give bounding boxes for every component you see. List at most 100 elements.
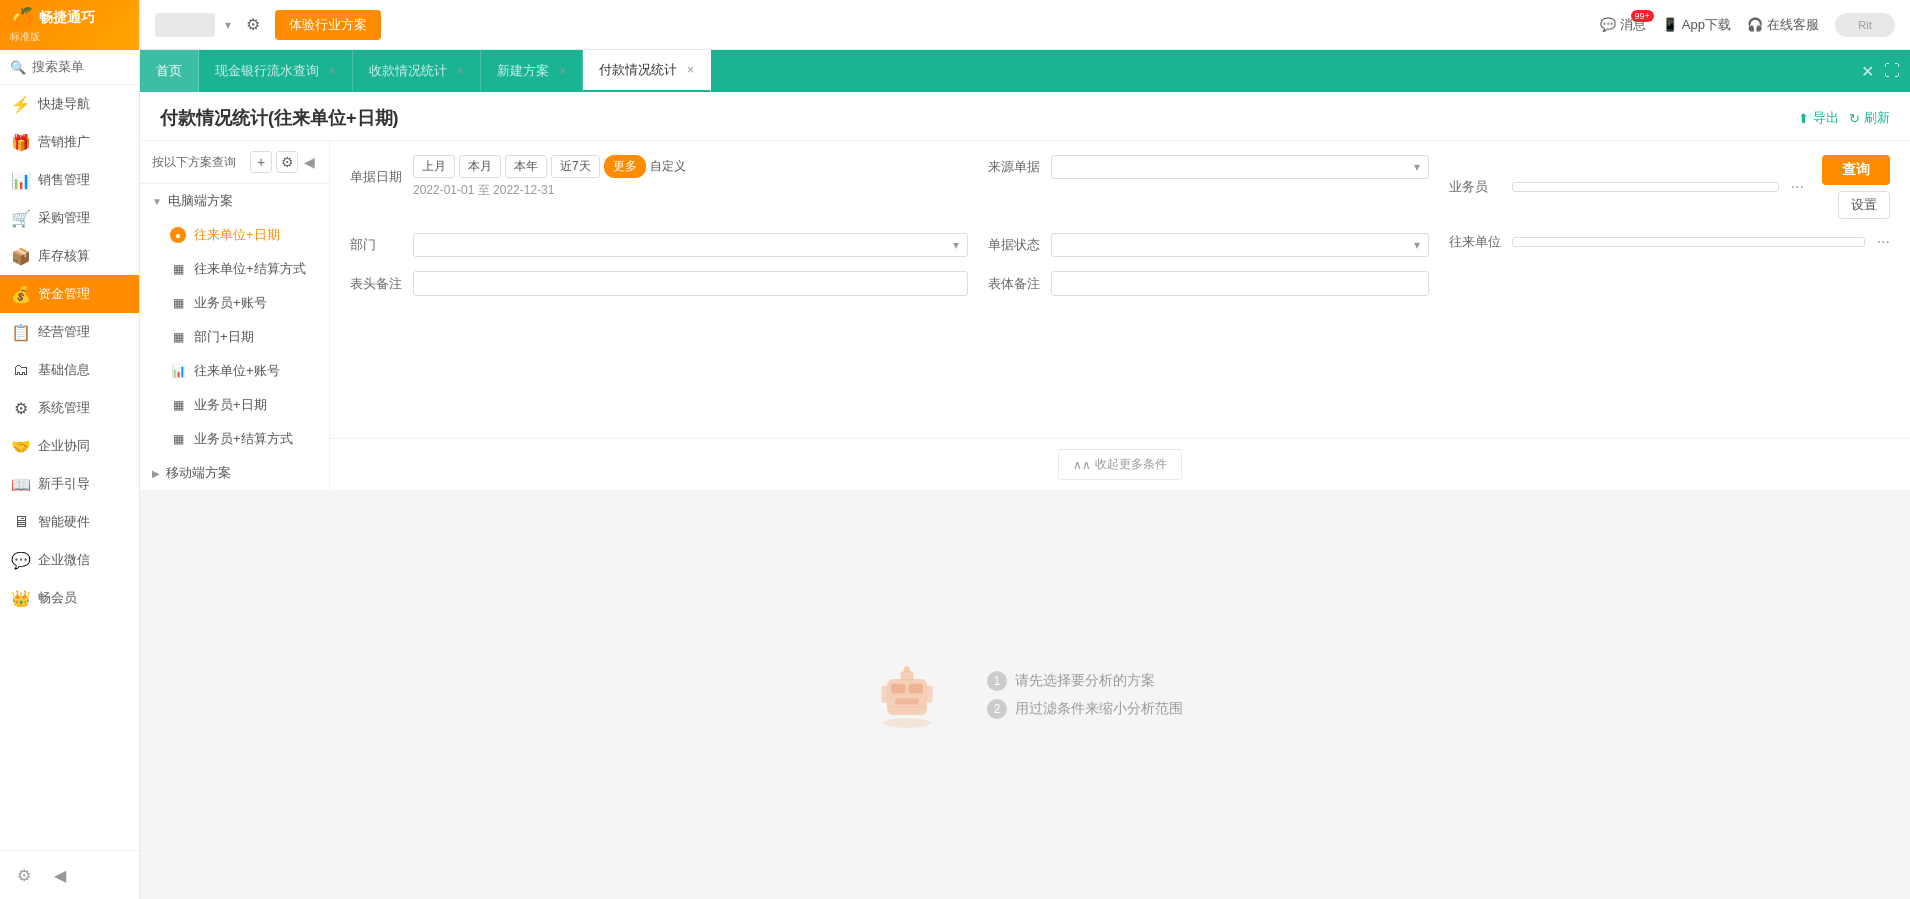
scheme-settings-btn[interactable]: ⚙ [276, 151, 298, 173]
bodynote-label: 表体备注 [988, 275, 1043, 293]
sidebar-item-hardware[interactable]: 🖥 智能硬件 [0, 503, 139, 541]
tab-payment-label: 付款情况统计 [599, 61, 677, 79]
tab-receivable[interactable]: 收款情况统计 × [353, 50, 481, 92]
staff-dots[interactable]: ··· [1791, 178, 1804, 196]
scheme-item-label: 业务员+日期 [194, 396, 267, 414]
collapse-more-btn[interactable]: ∧∧ 收起更多条件 [1058, 449, 1182, 480]
tab-expand[interactable]: ⛶ [1884, 62, 1900, 80]
tab-payment[interactable]: 付款情况统计 × [583, 50, 711, 92]
staff-label: 业务员 [1449, 178, 1504, 196]
scheme-item-staff-settlement[interactable]: ▦ 业务员+结算方式 [140, 422, 329, 456]
partner-dots[interactable]: ··· [1877, 233, 1890, 251]
sidebar-item-wechat[interactable]: 💬 企业微信 [0, 541, 139, 579]
sidebar-item-label: 企业微信 [38, 551, 90, 569]
sidebar-item-basic[interactable]: 🗂 基础信息 [0, 351, 139, 389]
date-range: 2022-01-01 至 2022-12-31 [413, 182, 686, 199]
scheme-group-mobile-header[interactable]: ▶ 移动端方案 [140, 456, 329, 490]
trial-btn[interactable]: 体验行业方案 [275, 10, 381, 40]
tab-receivable-label: 收款情况统计 [369, 62, 447, 80]
source-select-arrow: ▾ [1414, 160, 1420, 174]
sidebar-item-marketing[interactable]: 🎁 营销推广 [0, 123, 139, 161]
sidebar-item-system[interactable]: ⚙ 系统管理 [0, 389, 139, 427]
sidebar-item-label: 畅会员 [38, 589, 77, 607]
scheme-item-partner-account[interactable]: 📊 往来单位+账号 [140, 354, 329, 388]
system-icon: ⚙ [12, 399, 30, 417]
customer-service-btn[interactable]: 🎧 在线客服 [1747, 16, 1819, 34]
scheme-item-active-icon: ● [170, 227, 186, 243]
svg-rect-3 [909, 683, 923, 693]
topbar-gear[interactable]: ⚙ [241, 13, 265, 37]
filter-row-2: 部门 ▾ 单据状态 ▾ [350, 233, 1890, 257]
sidebar-item-inventory[interactable]: 📦 库存核算 [0, 237, 139, 275]
sidebar-item-purchase[interactable]: 🛒 采购管理 [0, 199, 139, 237]
sidebar-item-finance[interactable]: 💰 资金管理 [0, 275, 139, 313]
tab-cashflow[interactable]: 现金银行流水查询 × [199, 50, 353, 92]
tab-bar: 首页 现金银行流水查询 × 收款情况统计 × 新建方案 × 付款情况统计 × ✕… [140, 50, 1910, 92]
collapse-label: 收起更多条件 [1095, 456, 1167, 473]
source-select[interactable]: ▾ [1051, 155, 1429, 179]
date-last-month[interactable]: 上月 [413, 155, 455, 178]
topbar-user-avatar-right[interactable]: Rit [1835, 13, 1895, 37]
source-label: 来源单据 [988, 158, 1043, 176]
topbar-user [155, 13, 215, 37]
export-btn[interactable]: ⬆ 导出 [1798, 109, 1839, 127]
tab-close-all[interactable]: ✕ [1861, 62, 1874, 81]
topbar-actions: 💬 消息 99+ 📱 App下载 🎧 在线客服 Rit [1600, 13, 1895, 37]
sidebar-item-guide[interactable]: 📖 新手引导 [0, 465, 139, 503]
tab-newscheme[interactable]: 新建方案 × [481, 50, 583, 92]
date-more[interactable]: 更多 [604, 155, 646, 178]
scheme-item-label: 往来单位+日期 [194, 226, 280, 244]
sidebar-item-operation[interactable]: 📋 经营管理 [0, 313, 139, 351]
docstatus-select[interactable]: ▾ [1051, 233, 1429, 257]
refresh-btn[interactable]: ↻ 刷新 [1849, 109, 1890, 127]
sidebar-item-member[interactable]: 👑 畅会员 [0, 579, 139, 617]
sidebar-settings-btn[interactable]: ⚙ [10, 861, 38, 889]
sidebar: 🍊 畅捷通巧 标准版 🔍 搜索菜单 ⚡ 快捷导航 🎁 营销推广 📊 销售管理 🛒… [0, 0, 140, 899]
results-area: 1 请先选择要分析的方案 2 用过滤条件来缩小分析范围 [140, 490, 1910, 899]
mobile-group-arrow: ▶ [152, 468, 160, 479]
app-download-btn[interactable]: 📱 App下载 [1662, 16, 1731, 34]
scheme-group-desktop-header[interactable]: ▼ 电脑端方案 [140, 184, 329, 218]
sidebar-collapse-btn[interactable]: ◀ [46, 861, 74, 889]
finance-icon: 💰 [12, 285, 30, 303]
notifications-btn[interactable]: 💬 消息 99+ [1600, 16, 1646, 34]
date-7days[interactable]: 近7天 [551, 155, 600, 178]
query-btn[interactable]: 查询 [1822, 155, 1890, 185]
scheme-add-btn[interactable]: + [250, 151, 272, 173]
date-label: 单据日期 [350, 168, 405, 186]
tab-receivable-close[interactable]: × [457, 64, 464, 78]
dept-select[interactable]: ▾ [413, 233, 968, 257]
hardware-icon: 🖥 [12, 513, 30, 531]
date-this-year[interactable]: 本年 [505, 155, 547, 178]
purchase-icon: 🛒 [12, 209, 30, 227]
scheme-group-arrow: ▼ [152, 196, 162, 207]
scheme-item-partner-settlement[interactable]: ▦ 往来单位+结算方式 [140, 252, 329, 286]
tab-cashflow-close[interactable]: × [329, 64, 336, 78]
sidebar-search[interactable]: 🔍 搜索菜单 [0, 50, 139, 85]
date-this-month[interactable]: 本月 [459, 155, 501, 178]
scheme-item-staff-account[interactable]: ▦ 业务员+账号 [140, 286, 329, 320]
sidebar-header: 🍊 畅捷通巧 标准版 [0, 0, 139, 50]
topbar-arrow[interactable]: ▾ [225, 18, 231, 32]
tab-home[interactable]: 首页 [140, 50, 199, 92]
scheme-item-partner-date[interactable]: ● 往来单位+日期 [140, 218, 329, 252]
empty-robot-icon [867, 655, 947, 735]
partner-select[interactable] [1512, 237, 1865, 247]
sidebar-item-quicknav[interactable]: ⚡ 快捷导航 [0, 85, 139, 123]
tab-home-label: 首页 [156, 62, 182, 80]
tab-payment-close[interactable]: × [687, 63, 694, 77]
sidebar-item-enterprise[interactable]: 🤝 企业协同 [0, 427, 139, 465]
tab-newscheme-close[interactable]: × [559, 64, 566, 78]
scheme-item-label: 部门+日期 [194, 328, 254, 346]
settings-btn[interactable]: 设置 [1838, 191, 1890, 219]
bodynote-input[interactable] [1051, 271, 1429, 296]
date-custom[interactable]: 自定义 [650, 158, 686, 175]
sidebar-item-sales[interactable]: 📊 销售管理 [0, 161, 139, 199]
export-icon: ⬆ [1798, 111, 1809, 126]
headernote-input[interactable] [413, 271, 968, 296]
scheme-item-staff-date[interactable]: ▦ 业务员+日期 [140, 388, 329, 422]
staff-select[interactable] [1512, 182, 1779, 192]
filter-source-item: 来源单据 ▾ [988, 155, 1429, 179]
scheme-collapse-btn[interactable]: ◀ [302, 152, 317, 172]
scheme-item-dept-date[interactable]: ▦ 部门+日期 [140, 320, 329, 354]
